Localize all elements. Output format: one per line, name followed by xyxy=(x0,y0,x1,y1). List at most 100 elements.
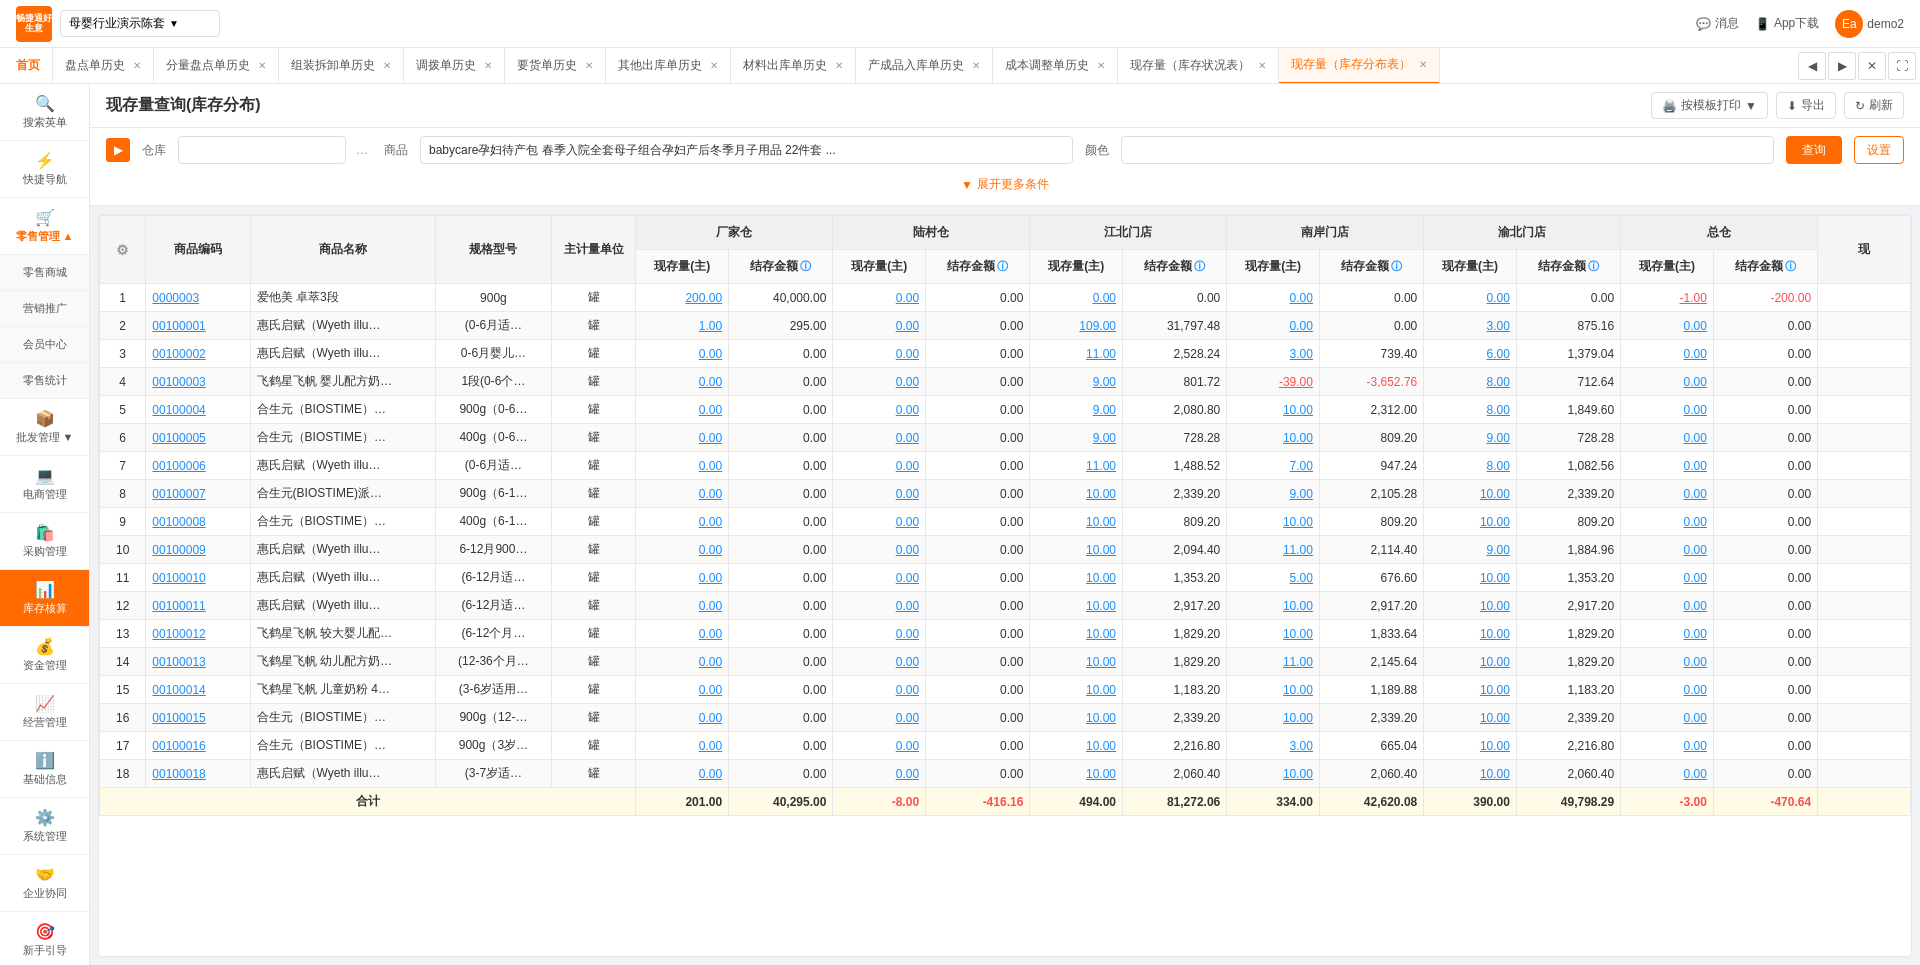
color-input[interactable] xyxy=(1121,136,1774,164)
cell-code: 00100001 xyxy=(146,312,250,340)
cell-lvcun-qty: 0.00 xyxy=(833,536,926,564)
lvcun-amt-info[interactable]: ⓘ xyxy=(997,260,1008,272)
tab-next-btn[interactable]: ▶ xyxy=(1828,52,1856,80)
sidebar-item-wholesale[interactable]: 📦 批发管理 ▼ xyxy=(0,399,89,456)
tab-close-xiancun-zhuangtai[interactable]: ✕ xyxy=(1258,60,1266,71)
tab-xiancun-fenbu[interactable]: 现存量（库存分布表） ✕ xyxy=(1279,48,1440,84)
cell-no: 18 xyxy=(100,760,146,788)
operations-icon: 📈 xyxy=(4,694,85,713)
setting-button[interactable]: 设置 xyxy=(1854,136,1904,164)
cell-unit: 罐 xyxy=(551,620,636,648)
query-button[interactable]: 查询 xyxy=(1786,136,1842,164)
sidebar-item-retail-mall[interactable]: 零售商城 xyxy=(0,255,89,291)
cell-code: 00100008 xyxy=(146,508,250,536)
warehouse-ellipsis[interactable]: … xyxy=(352,143,372,157)
cell-nanan-amt: 947.24 xyxy=(1319,452,1423,480)
tab-yaohuo[interactable]: 要货单历史 ✕ xyxy=(505,48,606,84)
user-area[interactable]: Ea demo2 xyxy=(1835,10,1904,38)
tab-qitachuku[interactable]: 其他出库单历史 ✕ xyxy=(606,48,731,84)
cell-yubei-qty: 10.00 xyxy=(1424,676,1517,704)
tab-fenpandian[interactable]: 分量盘点单历史 ✕ xyxy=(154,48,279,84)
gear-icon: ⚙ xyxy=(116,242,129,258)
tab-close-qitachuku[interactable]: ✕ xyxy=(710,60,718,71)
sidebar-item-inventory[interactable]: 📊 库存核算 xyxy=(0,570,89,627)
jiangbei-amt-info[interactable]: ⓘ xyxy=(1194,260,1205,272)
tab-close-liaochuku[interactable]: ✕ xyxy=(835,60,843,71)
cell-total-amt: 0.00 xyxy=(1713,536,1817,564)
tab-close-pandian[interactable]: ✕ xyxy=(133,60,141,71)
cell-yubei-qty: 8.00 xyxy=(1424,368,1517,396)
refresh-btn[interactable]: ↻ 刷新 xyxy=(1844,92,1904,119)
cell-total-qty: 0.00 xyxy=(1621,536,1714,564)
sidebar-item-retail-stats[interactable]: 零售统计 xyxy=(0,363,89,399)
tab-chenben[interactable]: 成本调整单历史 ✕ xyxy=(993,48,1118,84)
cell-factory-amt: 0.00 xyxy=(729,340,833,368)
cell-total-qty: -1.00 xyxy=(1621,284,1714,312)
tab-diaobo[interactable]: 调拨单历史 ✕ xyxy=(404,48,505,84)
tab-home[interactable]: 首页 xyxy=(4,48,53,84)
factory-amt-info[interactable]: ⓘ xyxy=(800,260,811,272)
th-lvcun-qty: 现存量(主) xyxy=(833,250,926,284)
tab-close-yaohuo[interactable]: ✕ xyxy=(585,60,593,71)
sidebar-item-system[interactable]: ⚙️ 系统管理 xyxy=(0,798,89,855)
cell-jiangbei-amt: 0.00 xyxy=(1123,284,1227,312)
tab-fullscreen-btn[interactable]: ⛶ xyxy=(1888,52,1916,80)
warehouse-input[interactable] xyxy=(178,136,346,164)
sidebar-item-search[interactable]: 🔍 搜索英单 xyxy=(0,84,89,141)
cell-yubei-qty: 10.00 xyxy=(1424,648,1517,676)
sidebar-item-operations[interactable]: 📈 经营管理 xyxy=(0,684,89,741)
product-input[interactable] xyxy=(420,136,1073,164)
dropdown-icon: ▼ xyxy=(169,18,179,29)
sidebar-item-basic-info[interactable]: ℹ️ 基础信息 xyxy=(0,741,89,798)
cell-code: 00100012 xyxy=(146,620,250,648)
cell-jiangbei-amt: 1,829.20 xyxy=(1123,620,1227,648)
cell-code: 00100005 xyxy=(146,424,250,452)
cell-nanan-qty: 0.00 xyxy=(1227,312,1320,340)
sidebar-item-retail[interactable]: 🛒 零售管理 ▲ xyxy=(0,198,89,255)
tab-prev-btn[interactable]: ◀ xyxy=(1798,52,1826,80)
tab-close-all-btn[interactable]: ✕ xyxy=(1858,52,1886,80)
app-download-btn[interactable]: 📱 App下载 xyxy=(1755,15,1819,32)
cell-unit: 罐 xyxy=(551,564,636,592)
cell-yubei-qty: 0.00 xyxy=(1424,284,1517,312)
nanan-amt-info[interactable]: ⓘ xyxy=(1391,260,1402,272)
tab-zuhe[interactable]: 组装拆卸单历史 ✕ xyxy=(279,48,404,84)
tab-close-chenben[interactable]: ✕ xyxy=(1097,60,1105,71)
tab-liaochuku[interactable]: 材料出库单历史 ✕ xyxy=(731,48,856,84)
cell-name: 合生元（BIOSTIME）… xyxy=(250,396,435,424)
company-selector[interactable]: 母婴行业演示陈套 ▼ xyxy=(60,10,220,37)
tab-pandian[interactable]: 盘点单历史 ✕ xyxy=(53,48,154,84)
cell-jiangbei-amt: 728.28 xyxy=(1123,424,1227,452)
message-btn[interactable]: 💬 消息 xyxy=(1696,15,1739,32)
inventory-icon: 📊 xyxy=(4,580,85,599)
table-row: 15 00100014 飞鹤星飞帆 儿童奶粉 4… (3-6岁适用… 罐 0.0… xyxy=(100,676,1911,704)
cell-lvcun-amt: 0.00 xyxy=(926,480,1030,508)
tab-close-diaobo[interactable]: ✕ xyxy=(484,60,492,71)
sidebar-item-quicknav[interactable]: ⚡ 快捷导航 xyxy=(0,141,89,198)
cell-lvcun-amt: 0.00 xyxy=(926,592,1030,620)
expand-arrow[interactable]: ▶ xyxy=(106,138,130,162)
sidebar-item-purchase[interactable]: 🛍️ 采购管理 xyxy=(0,513,89,570)
export-btn[interactable]: ⬇ 导出 xyxy=(1776,92,1836,119)
sidebar-item-ecommerce[interactable]: 💻 电商管理 xyxy=(0,456,89,513)
sidebar-item-finance[interactable]: 💰 资金管理 xyxy=(0,627,89,684)
sidebar-item-collab[interactable]: 🤝 企业协同 xyxy=(0,855,89,912)
cell-jiangbei-amt: 2,080.80 xyxy=(1123,396,1227,424)
tab-close-fenpandian[interactable]: ✕ xyxy=(258,60,266,71)
tab-close-xiancun-fenbu[interactable]: ✕ xyxy=(1419,59,1427,70)
total-amt-info[interactable]: ⓘ xyxy=(1785,260,1796,272)
footer-total-qty: -3.00 xyxy=(1621,788,1714,816)
tab-close-zuhe[interactable]: ✕ xyxy=(383,60,391,71)
sidebar-item-guide[interactable]: 🎯 新手引导 xyxy=(0,912,89,965)
sidebar-item-marketing[interactable]: 营销推广 xyxy=(0,291,89,327)
cell-nanan-qty: 10.00 xyxy=(1227,676,1320,704)
tab-chengpin[interactable]: 产成品入库单历史 ✕ xyxy=(856,48,993,84)
tab-close-chengpin[interactable]: ✕ xyxy=(972,60,980,71)
yubei-amt-info[interactable]: ⓘ xyxy=(1588,260,1599,272)
ecommerce-icon: 💻 xyxy=(4,466,85,485)
expand-conditions-btn[interactable]: ▼ 展开更多条件 xyxy=(953,172,1057,197)
tab-xiancun-zhuangtai[interactable]: 现存量（库存状况表） ✕ xyxy=(1118,48,1279,84)
sidebar-item-member[interactable]: 会员中心 xyxy=(0,327,89,363)
th-gear[interactable]: ⚙ xyxy=(100,216,146,284)
print-btn[interactable]: 🖨️ 按模板打印 ▼ xyxy=(1651,92,1768,119)
